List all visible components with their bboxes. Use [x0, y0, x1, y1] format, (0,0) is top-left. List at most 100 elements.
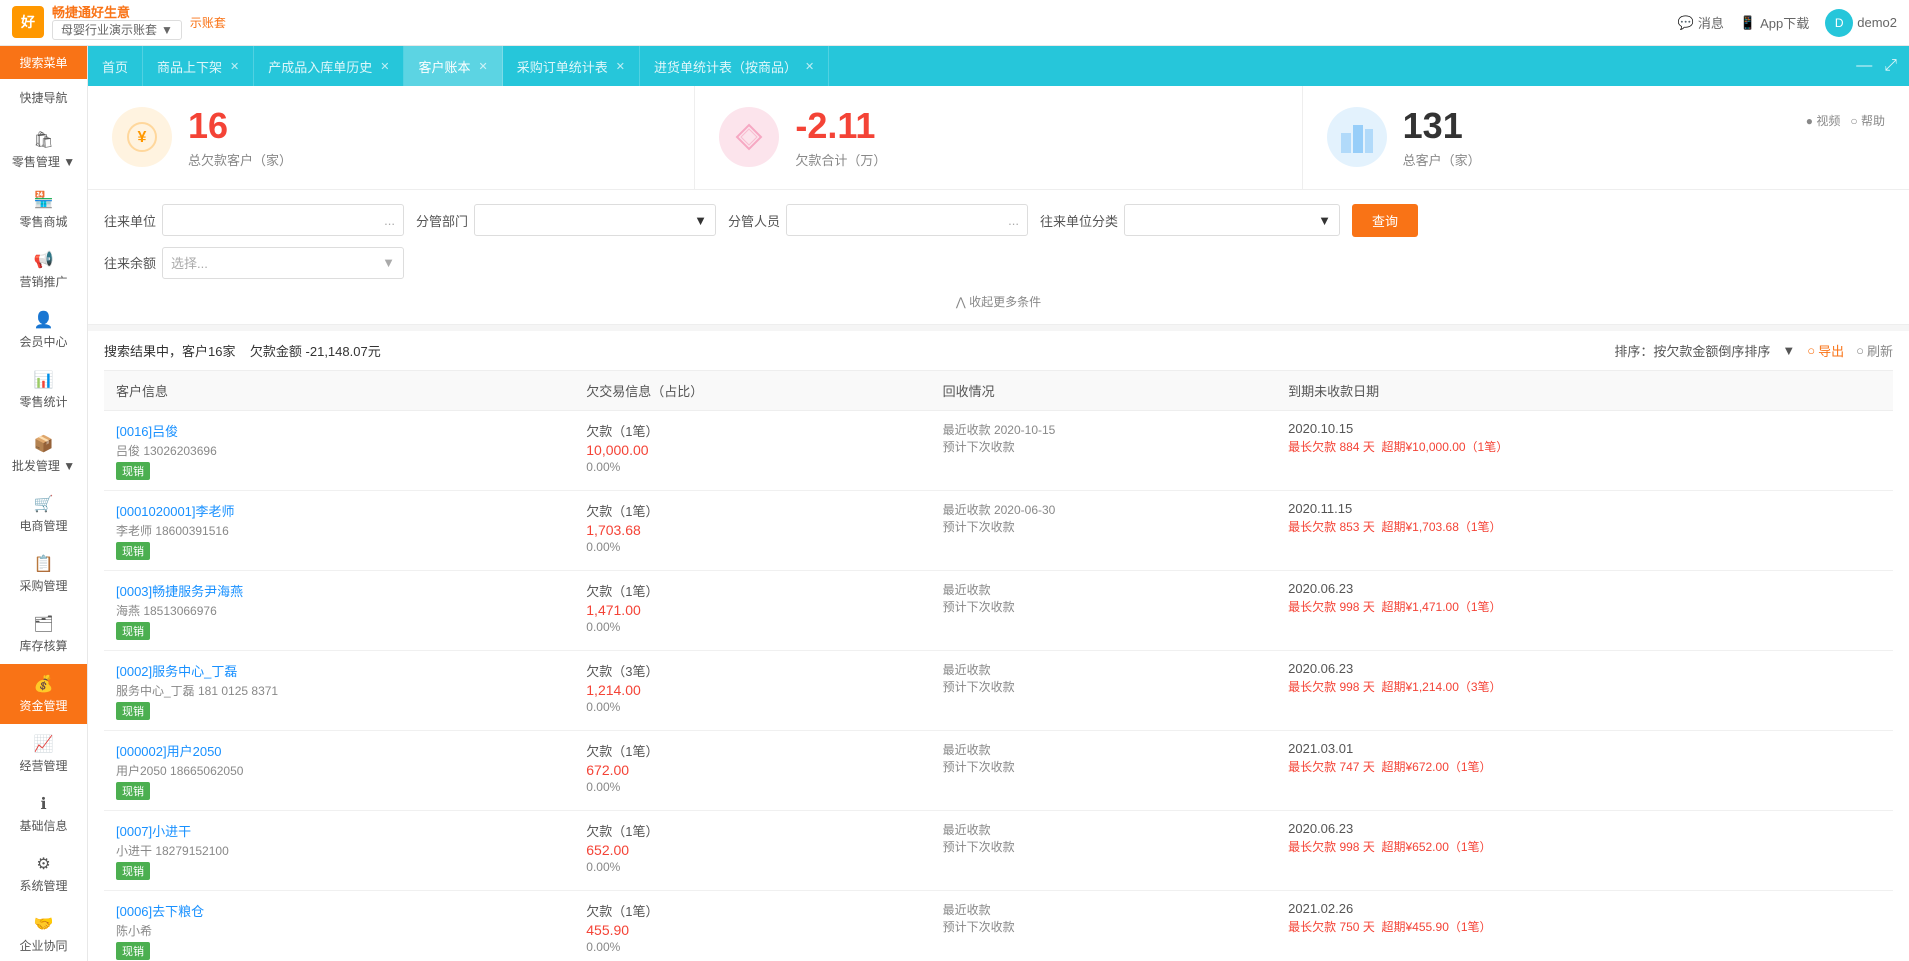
debt-percent: 0.00%	[586, 700, 918, 714]
top-right: 💬 消息 📱 App下载 D demo2	[1678, 9, 1897, 37]
overdue-info: 最长欠款 998 天 超期¥652.00（1笔）	[1288, 838, 1881, 855]
demo-link[interactable]: 示账套	[190, 14, 226, 31]
sidebar-search[interactable]: 搜索菜单	[0, 46, 87, 79]
tab-maximize-btn[interactable]: ⤢	[1880, 57, 1901, 75]
from-unit-input[interactable]: ...	[162, 204, 404, 236]
help-btn[interactable]: ○ 帮助	[1850, 112, 1885, 129]
due-date-cell: 2020.11.15 最长欠款 853 天 超期¥1,703.68（1笔）	[1276, 490, 1893, 570]
filter-row-1: 往来单位 ... 分管部门 ▼ 分管人员	[104, 204, 1893, 237]
debt-info-cell: 欠款（1笔） 1,703.68 0.00%	[574, 490, 930, 570]
tab-home[interactable]: 首页	[88, 46, 143, 86]
tab-inbound-stats[interactable]: 进货单统计表（按商品） ✕	[640, 46, 829, 86]
next-collection: 预计下次收款	[943, 598, 1265, 615]
sort-arrow[interactable]: ▼	[1782, 343, 1795, 358]
sidebar-item-retail-stats[interactable]: 📊 零售统计	[0, 360, 87, 420]
export-button[interactable]: ○ 导出	[1807, 341, 1844, 360]
debt-amount[interactable]: 10,000.00	[586, 442, 918, 458]
overdue-link[interactable]: 超期¥1,471.00（1笔）	[1381, 600, 1501, 614]
stat-info-debt-customers: 16 总欠款客户（家）	[188, 106, 670, 169]
next-collection: 预计下次收款	[943, 758, 1265, 775]
balance-select[interactable]: 选择... ▼	[162, 247, 404, 279]
message-icon: 💬	[1678, 15, 1694, 31]
tab-purchase-order[interactable]: 采购订单统计表 ✕	[503, 46, 640, 86]
collapse-row[interactable]: ⋀ 收起更多条件	[104, 289, 1893, 314]
debt-amount[interactable]: 1,471.00	[586, 602, 918, 618]
overdue-link[interactable]: 超期¥672.00（1笔）	[1381, 760, 1491, 774]
overdue-link[interactable]: 超期¥1,214.00（3笔）	[1381, 680, 1501, 694]
from-unit-label: 往来单位	[104, 211, 156, 230]
sidebar-item-member[interactable]: 👤 会员中心	[0, 300, 87, 360]
sidebar-item-enterprise[interactable]: 🤝 企业协同	[0, 904, 87, 961]
ecommerce-label: 电商管理	[19, 517, 67, 534]
unit-category-select[interactable]: ▼	[1124, 204, 1340, 236]
next-collection: 预计下次收款	[943, 438, 1265, 455]
collapse-label: 收起更多条件	[969, 295, 1041, 309]
quick-nav-label: 快捷导航	[19, 89, 67, 106]
refresh-button[interactable]: ○ 刷新	[1856, 341, 1893, 360]
tab-product-history[interactable]: 产成品入库单历史 ✕	[254, 46, 404, 86]
tab-product-list[interactable]: 商品上下架 ✕	[143, 46, 254, 86]
due-date-cell: 2020.06.23 最长欠款 998 天 超期¥652.00（1笔）	[1276, 810, 1893, 890]
message-btn[interactable]: 💬 消息	[1678, 13, 1724, 32]
tab-product-history-close[interactable]: ✕	[380, 60, 389, 73]
sidebar-item-biz[interactable]: 📈 经营管理	[0, 724, 87, 784]
sidebar-item-basic[interactable]: ℹ 基础信息	[0, 784, 87, 844]
last-collection: 最近收款	[943, 741, 1265, 758]
marketing-label: 营销推广	[19, 273, 67, 290]
tab-customer-account-close[interactable]: ✕	[479, 60, 488, 73]
video-btn[interactable]: ● 视频	[1806, 112, 1841, 129]
customer-phone: 海燕 18513066976	[116, 602, 562, 619]
overdue-info: 最长欠款 750 天 超期¥455.90（1笔）	[1288, 918, 1881, 935]
tab-customer-account[interactable]: 客户账本 ✕	[404, 46, 502, 86]
unit-category-label: 往来单位分类	[1040, 211, 1118, 230]
table-row: [0002]服务中心_丁磊 服务中心_丁磊 181 0125 8371 现销 欠…	[104, 650, 1893, 730]
member-icon: 👤	[34, 310, 54, 330]
sidebar-item-retail-mall[interactable]: 🏪 零售商城	[0, 180, 87, 240]
sidebar-item-batch-mgmt[interactable]: 📦 批发管理 ▼	[0, 424, 87, 484]
debt-amount[interactable]: 652.00	[586, 842, 918, 858]
message-label: 消息	[1698, 13, 1724, 32]
sidebar-item-purchase[interactable]: 📋 采购管理	[0, 544, 87, 604]
customer-name[interactable]: [0007]小进干	[116, 821, 562, 840]
sidebar-item-ecommerce[interactable]: 🛒 电商管理	[0, 484, 87, 544]
sidebar-item-inventory[interactable]: 🗂 库存核算	[0, 604, 87, 664]
customer-name[interactable]: [0001020001]李老师	[116, 501, 562, 520]
tab-product-list-close[interactable]: ✕	[230, 60, 239, 73]
overdue-link[interactable]: 超期¥652.00（1笔）	[1381, 840, 1491, 854]
customer-info-cell: [0001020001]李老师 李老师 18600391516 现销	[104, 490, 574, 570]
manager-input[interactable]: ...	[786, 204, 1028, 236]
sidebar-item-marketing[interactable]: 📢 营销推广	[0, 240, 87, 300]
user-menu[interactable]: D demo2	[1825, 9, 1897, 37]
layout: 搜索菜单 快捷导航 🛍 零售管理 ▼ 🏪 零售商城 📢 营销推广 👤 会员中心 …	[0, 46, 1909, 961]
customer-name[interactable]: [0016]吕俊	[116, 421, 562, 440]
retail-stats-label: 零售统计	[19, 393, 67, 410]
query-button[interactable]: 查询	[1352, 204, 1418, 237]
table-row: [0003]畅捷服务尹海燕 海燕 18513066976 现销 欠款（1笔） 1…	[104, 570, 1893, 650]
overdue-link[interactable]: 超期¥455.90（1笔）	[1381, 920, 1491, 934]
tab-minimize-btn[interactable]: —	[1852, 57, 1876, 75]
industry-select[interactable]: 母婴行业演示账套 ▼	[52, 20, 182, 40]
overdue-link[interactable]: 超期¥10,000.00（1笔）	[1381, 440, 1508, 454]
customer-name[interactable]: [0003]畅捷服务尹海燕	[116, 581, 562, 600]
customer-name[interactable]: [0002]服务中心_丁磊	[116, 661, 562, 680]
debt-amount[interactable]: 672.00	[586, 762, 918, 778]
filter-area: 往来单位 ... 分管部门 ▼ 分管人员	[88, 190, 1909, 325]
dept-select[interactable]: ▼	[474, 204, 716, 236]
app-download-btn[interactable]: 📱 App下载	[1740, 13, 1809, 32]
system-label: 系统管理	[19, 877, 67, 894]
sidebar-item-system[interactable]: ⚙ 系统管理	[0, 844, 87, 904]
tab-purchase-order-close[interactable]: ✕	[616, 60, 625, 73]
sidebar-item-retail-mgmt[interactable]: 🛍 零售管理 ▼	[0, 120, 87, 180]
customer-name[interactable]: [0006]去下粮仓	[116, 901, 562, 920]
debt-amount[interactable]: 1,703.68	[586, 522, 918, 538]
overdue-link[interactable]: 超期¥1,703.68（1笔）	[1381, 520, 1501, 534]
system-icon: ⚙	[36, 854, 50, 874]
tab-inbound-stats-close[interactable]: ✕	[805, 60, 814, 73]
debt-amount[interactable]: 455.90	[586, 922, 918, 938]
sidebar-item-quick-nav[interactable]: 快捷导航	[0, 79, 87, 116]
customer-name[interactable]: [000002]用户2050	[116, 741, 562, 760]
sidebar-item-capital[interactable]: 💰 资金管理	[0, 664, 87, 724]
data-table: 客户信息 欠交易信息（占比） 回收情况 到期未收款日期 [0016]吕俊 吕俊 …	[104, 371, 1893, 961]
content-area: ¥ 16 总欠款客户（家）	[88, 86, 1909, 961]
debt-amount[interactable]: 1,214.00	[586, 682, 918, 698]
